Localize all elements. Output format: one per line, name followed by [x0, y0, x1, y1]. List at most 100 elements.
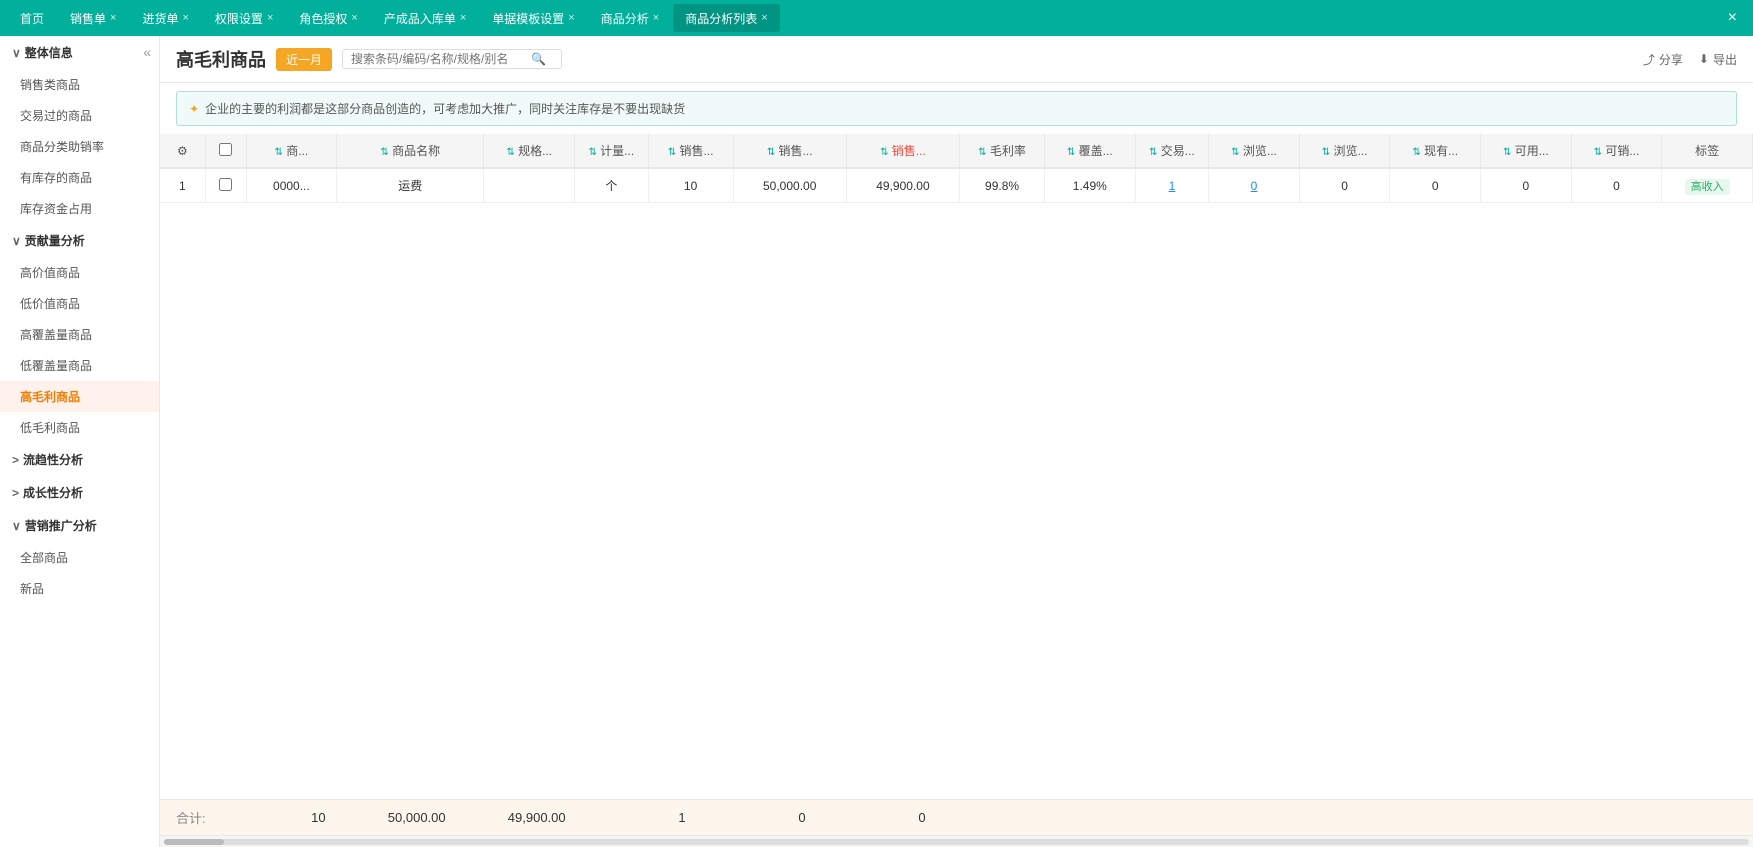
transactions-link[interactable]: 1	[1169, 179, 1176, 193]
scroll-thumb[interactable]	[164, 839, 224, 845]
nav-close-analysis-list[interactable]: ×	[761, 12, 767, 24]
sidebar-group-marketing-arrow: ∨	[12, 519, 21, 533]
nav-close-permissions[interactable]: ×	[267, 12, 273, 24]
nav-permissions[interactable]: 权限设置 ×	[203, 4, 285, 32]
search-box: 🔍	[342, 49, 562, 69]
nav-purchase[interactable]: 进货单 ×	[130, 4, 200, 32]
window-close-button[interactable]: ×	[1720, 9, 1745, 27]
col-saleable[interactable]: ⇅ 可销...	[1571, 134, 1662, 168]
footer-available: 0	[846, 810, 926, 825]
sidebar-group-growth[interactable]: > 成长性分析	[0, 476, 159, 509]
col-available[interactable]: ⇅ 可用...	[1481, 134, 1572, 168]
row-transactions: 1	[1135, 168, 1209, 203]
col-unit[interactable]: ⇅ 计量...	[575, 134, 649, 168]
export-icon: ⬇	[1699, 52, 1709, 66]
col-gross-rate[interactable]: ⇅ 毛利率	[960, 134, 1045, 168]
sidebar-item-new-goods[interactable]: 新品	[0, 573, 159, 604]
col-spec[interactable]: ⇅ 规格...	[484, 134, 575, 168]
row-select-checkbox[interactable]	[219, 178, 232, 191]
share-btn[interactable]: ⤴ 分享	[1643, 51, 1683, 68]
nav-inventory[interactable]: 产成品入库单 ×	[372, 4, 478, 32]
row-coverage: 1.49%	[1045, 168, 1136, 203]
nav-close-template[interactable]: ×	[568, 12, 574, 24]
sidebar-group-trend[interactable]: > 流趋性分析	[0, 443, 159, 476]
footer-transactions: 1	[606, 810, 686, 825]
export-btn[interactable]: ⬇ 导出	[1699, 51, 1737, 68]
table-footer: 合计: 10 50,000.00 49,900.00 1 0 0	[160, 799, 1753, 835]
header-actions: ⤴ 分享 ⬇ 导出	[1643, 51, 1737, 68]
sidebar-group-contribution[interactable]: ∨ 贡献量分析	[0, 224, 159, 257]
footer-label: 合计:	[176, 808, 206, 827]
sidebar-item-in-stock[interactable]: 有库存的商品	[0, 162, 159, 193]
col-browse2[interactable]: ⇅ 浏览...	[1299, 134, 1390, 168]
nav-close-roles[interactable]: ×	[351, 12, 357, 24]
sidebar-item-high-value[interactable]: 高价值商品	[0, 257, 159, 288]
sidebar-group-trend-arrow: >	[12, 453, 19, 467]
col-current-stock[interactable]: ⇅ 现有...	[1390, 134, 1481, 168]
col-tag[interactable]: 标签	[1662, 134, 1753, 168]
sidebar-item-low-value[interactable]: 低价值商品	[0, 288, 159, 319]
col-settings[interactable]: ⚙	[160, 134, 205, 168]
data-table: ⚙ ⇅ 商... ⇅ 商品名称 ⇅ 规格... ⇅ 计量... ⇅ 销售... …	[160, 134, 1753, 203]
info-banner: ✦ 企业的主要的利润都是这部分商品创造的，可考虑加大推广，同时关注库存是不要出现…	[176, 91, 1737, 126]
row-gross-rate: 99.8%	[960, 168, 1045, 203]
footer-sales-amount: 50,000.00	[366, 810, 446, 825]
col-browse1[interactable]: ⇅ 浏览...	[1209, 134, 1300, 168]
table-row: 1 0000... 运费 个 10 50,000.00 49,900.00 99…	[160, 168, 1753, 203]
nav-close-purchase[interactable]: ×	[182, 12, 188, 24]
col-code[interactable]: ⇅ 商...	[246, 134, 337, 168]
nav-sales[interactable]: 销售单 ×	[58, 4, 128, 32]
sidebar-item-sales-goods[interactable]: 销售类商品	[0, 69, 159, 100]
scroll-track[interactable]	[164, 839, 1749, 845]
share-icon: ⤴	[1643, 51, 1655, 68]
tag-badge: 高收入	[1685, 179, 1730, 195]
sidebar-collapse-btn[interactable]: «	[143, 44, 151, 60]
row-browse1: 0	[1209, 168, 1300, 203]
col-sales-amount[interactable]: ⇅ 销售...	[733, 134, 846, 168]
sidebar: « ∨ 整体信息 销售类商品 交易过的商品 商品分类助销率 有库存的商品 库存资…	[0, 36, 160, 847]
sidebar-item-high-margin[interactable]: 高毛利商品	[0, 381, 159, 412]
sidebar-group-growth-arrow: >	[12, 486, 19, 500]
content-area: 高毛利商品 近一月 🔍 ⤴ 分享 ⬇ 导出 ✦ 企业的主要的利润都是这部分商品创…	[160, 36, 1753, 847]
nav-close-sales[interactable]: ×	[110, 12, 116, 24]
select-all-checkbox[interactable]	[219, 143, 232, 156]
row-browse2: 0	[1299, 168, 1390, 203]
sidebar-item-high-coverage[interactable]: 高覆盖量商品	[0, 319, 159, 350]
browse1-link[interactable]: 0	[1251, 179, 1258, 193]
sidebar-item-stock-capital[interactable]: 库存资金占用	[0, 193, 159, 224]
col-name[interactable]: ⇅ 商品名称	[337, 134, 484, 168]
sidebar-item-traded-goods[interactable]: 交易过的商品	[0, 100, 159, 131]
horizontal-scrollbar[interactable]	[160, 835, 1753, 847]
nav-close-analysis[interactable]: ×	[653, 12, 659, 24]
row-checkbox[interactable]	[205, 168, 246, 203]
search-input[interactable]	[351, 52, 531, 66]
col-sales-qty[interactable]: ⇅ 销售...	[648, 134, 733, 168]
col-sales-cost[interactable]: ⇅ 销售...	[846, 134, 959, 168]
footer-sales-qty: 10	[246, 810, 326, 825]
col-transactions[interactable]: ⇅ 交易...	[1135, 134, 1209, 168]
nav-close-inventory[interactable]: ×	[460, 12, 466, 24]
col-coverage[interactable]: ⇅ 覆盖...	[1045, 134, 1136, 168]
sidebar-item-category-rate[interactable]: 商品分类助销率	[0, 131, 159, 162]
sidebar-item-low-margin[interactable]: 低毛利商品	[0, 412, 159, 443]
row-code: 0000...	[246, 168, 337, 203]
col-checkbox[interactable]	[205, 134, 246, 168]
sidebar-group-marketing[interactable]: ∨ 营销推广分析	[0, 509, 159, 542]
table-container[interactable]: ⚙ ⇅ 商... ⇅ 商品名称 ⇅ 规格... ⇅ 计量... ⇅ 销售... …	[160, 134, 1753, 799]
nav-analysis-list[interactable]: 商品分析列表 ×	[673, 4, 779, 32]
sidebar-item-low-coverage[interactable]: 低覆盖量商品	[0, 350, 159, 381]
sidebar-group-overall[interactable]: ∨ 整体信息	[0, 36, 159, 69]
sidebar-item-all-goods[interactable]: 全部商品	[0, 542, 159, 573]
filter-recent-month-btn[interactable]: 近一月	[276, 48, 332, 71]
row-saleable: 0	[1571, 168, 1662, 203]
top-nav: 首页 销售单 × 进货单 × 权限设置 × 角色授权 × 产成品入库单 × 单据…	[0, 0, 1753, 36]
nav-analysis[interactable]: 商品分析 ×	[589, 4, 671, 32]
nav-roles[interactable]: 角色授权 ×	[287, 4, 369, 32]
nav-template[interactable]: 单据模板设置 ×	[480, 4, 586, 32]
search-icon[interactable]: 🔍	[531, 52, 546, 66]
row-sales-cost: 49,900.00	[846, 168, 959, 203]
nav-home[interactable]: 首页	[8, 4, 56, 32]
main-layout: « ∨ 整体信息 销售类商品 交易过的商品 商品分类助销率 有库存的商品 库存资…	[0, 36, 1753, 847]
table-header-row: ⚙ ⇅ 商... ⇅ 商品名称 ⇅ 规格... ⇅ 计量... ⇅ 销售... …	[160, 134, 1753, 168]
info-icon: ✦	[189, 102, 199, 116]
